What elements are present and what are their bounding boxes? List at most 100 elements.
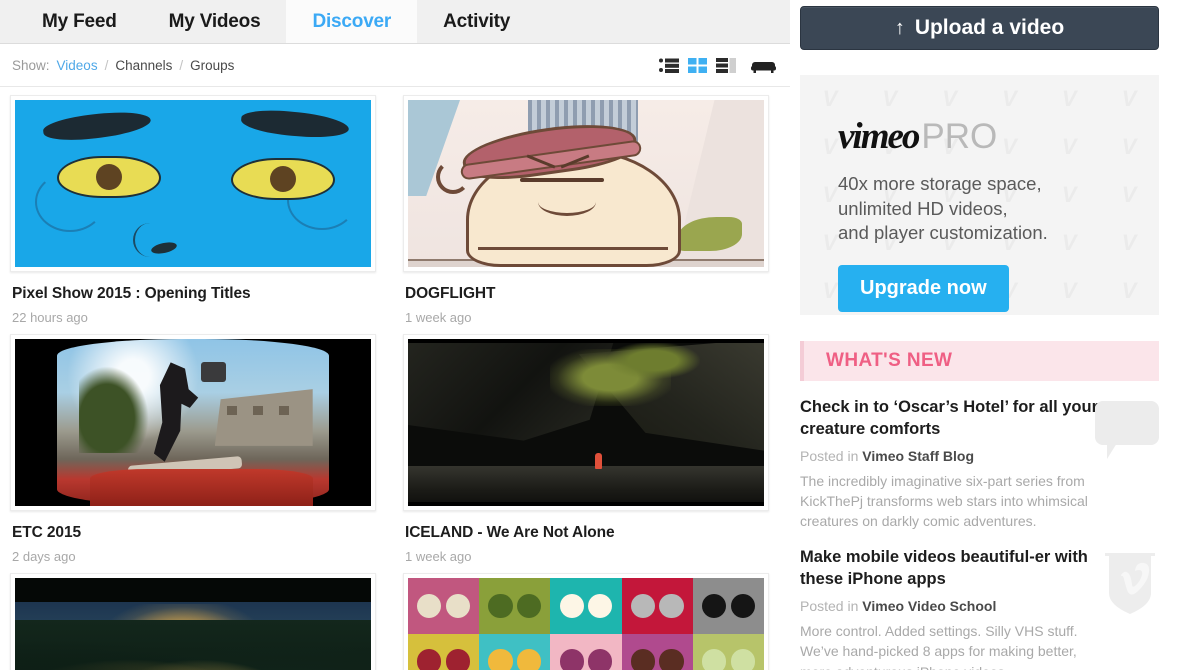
tab-my-videos[interactable]: My Videos — [143, 0, 287, 43]
posted-prefix: Posted in — [800, 447, 859, 464]
art-food-cell — [550, 578, 622, 634]
art-eye-left — [57, 156, 161, 198]
video-card[interactable] — [403, 573, 783, 670]
tab-discover[interactable]: Discover — [286, 0, 418, 43]
art-dog-mouth — [538, 188, 596, 216]
art-food-cell — [479, 633, 551, 670]
couch-view-icon[interactable] — [751, 58, 776, 73]
art-red-foreground — [89, 469, 313, 506]
main-content: My Feed My Videos Discover Activity Show… — [0, 0, 790, 670]
art-skater — [153, 362, 199, 462]
art-black-beach — [408, 465, 764, 506]
art-pupil-left — [96, 164, 122, 190]
video-thumbnail-food-grid[interactable] — [408, 578, 764, 670]
video-card[interactable]: ICELAND - We Are Not Alone 1 week ago — [403, 334, 783, 564]
art-food-item — [417, 593, 442, 618]
upload-button-label: Upload a video — [914, 16, 1065, 39]
primary-tabbar: My Feed My Videos Discover Activity — [0, 0, 790, 44]
posted-source[interactable]: Vimeo Staff Blog — [862, 448, 974, 464]
filter-groups[interactable]: Groups — [190, 58, 234, 73]
art-food-cell — [621, 633, 693, 670]
tab-my-feed[interactable]: My Feed — [16, 0, 143, 43]
vimeo-pro-promo[interactable]: VVVVVVVVVVVVVVVVVVVVVVVVVVVVVV vimeo PRO… — [800, 75, 1159, 315]
art-food-item — [588, 593, 613, 618]
art-eye-right — [231, 158, 335, 200]
art-moss-upper — [607, 342, 700, 380]
filter-bar: Show: Videos / Channels / Groups — [0, 44, 790, 87]
art-windows — [226, 406, 299, 416]
art-food-cell — [692, 578, 764, 634]
whats-new-section: WHAT'S NEW Check in to ‘Oscar’s Hotel’ f… — [800, 341, 1159, 670]
filter-channels[interactable]: Channels — [115, 58, 172, 73]
sidebar: ↑ Upload a video VVVVVVVVVVVVVVVVVVVVVVV… — [790, 0, 1185, 670]
filter-videos[interactable]: Videos — [57, 58, 98, 73]
video-card[interactable]: ETC 2015 2 days ago — [10, 334, 390, 564]
art-camera — [201, 362, 226, 383]
video-card[interactable]: DOGFLIGHT 1 week ago — [403, 95, 783, 325]
video-thumbnail-skate[interactable] — [15, 339, 371, 506]
art-letterbox-top — [15, 578, 371, 602]
art-letterbox-bottom — [408, 502, 764, 506]
video-timestamp: 22 hours ago — [12, 310, 88, 325]
art-food-cell — [550, 633, 622, 670]
promo-line-3: and player customization. — [838, 222, 1048, 244]
whats-new-title[interactable]: Check in to ‘Oscar’s Hotel’ for all your… — [800, 397, 1100, 441]
video-timestamp: 1 week ago — [405, 549, 472, 564]
art-dog-paws — [478, 247, 668, 265]
list-view-icon[interactable] — [659, 58, 679, 73]
thumbnail-frame — [403, 573, 769, 670]
art-food-item — [516, 649, 542, 670]
detail-view-icon[interactable] — [716, 57, 736, 73]
video-grid: Pixel Show 2015 : Opening Titles 22 hour… — [0, 87, 790, 670]
whats-new-header: WHAT'S NEW — [800, 341, 1159, 381]
whats-new-item[interactable]: Make mobile videos beautiful-er with the… — [800, 547, 1159, 670]
video-card[interactable]: THE LAST GREAT PLACE — [10, 573, 390, 670]
thumbnail-frame — [403, 95, 769, 272]
art-dog-eyeline — [520, 178, 604, 182]
whats-new-title[interactable]: Make mobile videos beautiful-er with the… — [800, 547, 1100, 591]
video-card[interactable]: Pixel Show 2015 : Opening Titles 22 hour… — [10, 95, 390, 325]
vimeo-pro-logo: vimeo PRO — [838, 115, 1159, 158]
art-brow-left — [41, 107, 153, 145]
filter-separator-2: / — [179, 57, 184, 73]
video-thumbnail-iceland[interactable] — [408, 339, 764, 506]
filter-separator-1: / — [104, 57, 109, 73]
promo-line-2: unlimited HD videos, — [838, 197, 1008, 219]
art-food-item — [702, 649, 727, 670]
art-building — [214, 389, 313, 446]
art-letterbox-top — [408, 339, 764, 343]
art-food-item — [445, 649, 470, 670]
video-title[interactable]: ICELAND - We Are Not Alone — [405, 524, 783, 542]
upload-arrow-icon: ↑ — [894, 17, 905, 39]
whats-new-posted: Posted in Vimeo Staff Blog — [800, 448, 1153, 464]
upgrade-now-button[interactable]: Upgrade now — [838, 264, 1009, 312]
view-mode-switcher — [659, 57, 776, 73]
whats-new-description: The incredibly imaginative six-part seri… — [800, 472, 1088, 530]
posted-source[interactable]: Vimeo Video School — [862, 598, 996, 614]
video-timestamp: 2 days ago — [12, 549, 76, 564]
art-trees — [78, 365, 150, 453]
art-food-cell — [692, 633, 764, 670]
art-fisheye — [57, 339, 329, 506]
video-title[interactable]: DOGFLIGHT — [405, 285, 783, 303]
art-food-item — [559, 649, 584, 670]
art-pupil-right — [270, 166, 296, 192]
show-label: Show: — [12, 57, 50, 73]
video-timestamp: 1 week ago — [405, 310, 472, 325]
whats-new-item[interactable]: Check in to ‘Oscar’s Hotel’ for all your… — [800, 397, 1159, 531]
video-thumbnail-blue-face[interactable] — [15, 100, 371, 267]
art-food-item — [659, 649, 684, 670]
art-food-item — [730, 649, 755, 670]
upload-video-button[interactable]: ↑ Upload a video — [800, 6, 1159, 50]
promo-content: vimeo PRO 40x more storage space, unlimi… — [838, 115, 1159, 312]
tab-activity[interactable]: Activity — [417, 0, 536, 43]
video-thumbnail-forest[interactable]: THE LAST GREAT PLACE — [15, 578, 371, 670]
video-title[interactable]: Pixel Show 2015 : Opening Titles — [12, 285, 390, 303]
grid-view-icon[interactable] — [688, 57, 707, 73]
promo-line-1: 40x more storage space, — [838, 173, 1042, 194]
thumbnail-frame — [10, 334, 376, 511]
art-food-item — [630, 649, 656, 670]
thumbnail-frame — [10, 95, 376, 272]
video-title[interactable]: ETC 2015 — [12, 524, 390, 542]
video-thumbnail-dogflight[interactable] — [408, 100, 764, 267]
